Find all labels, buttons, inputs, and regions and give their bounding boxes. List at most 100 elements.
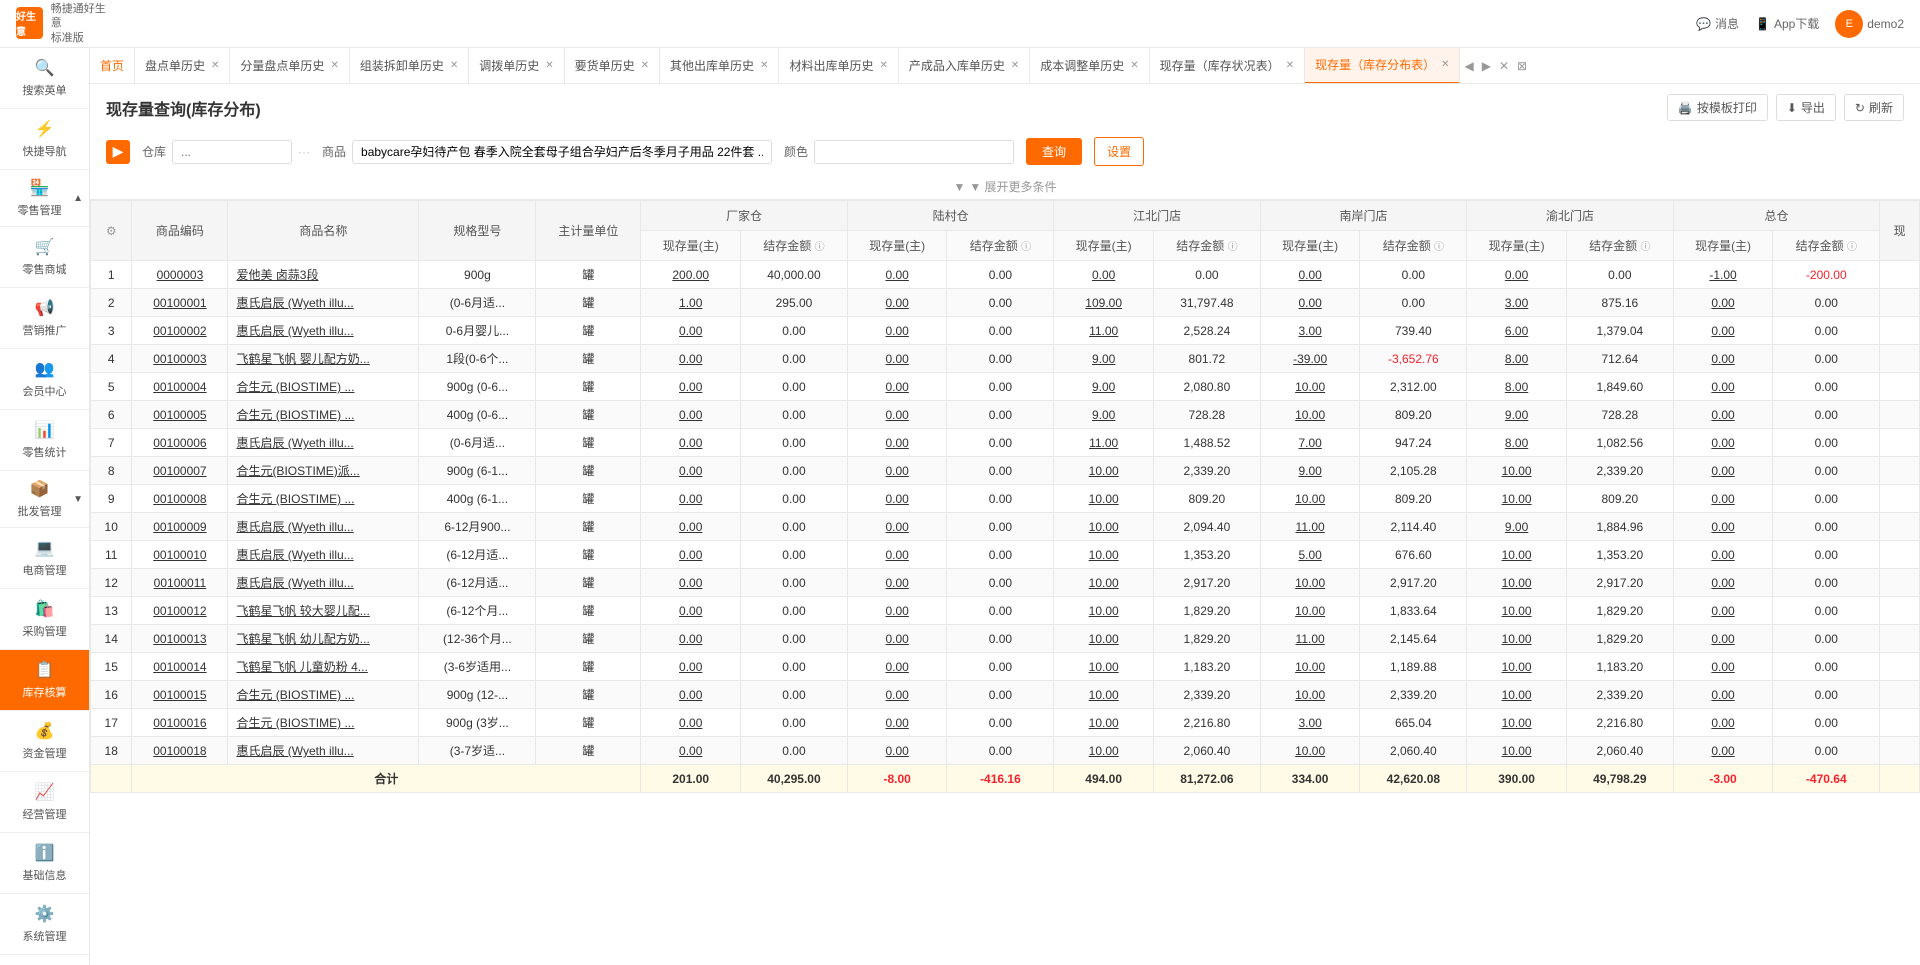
cell-link[interactable]: 8.00: [1505, 352, 1528, 366]
cell-link[interactable]: 00100015: [153, 688, 206, 702]
cell-link[interactable]: 合生元(BIOSTIME)派...: [236, 464, 359, 478]
cell-link[interactable]: 00100011: [154, 576, 207, 590]
cell-link[interactable]: 合生元 (BIOSTIME) ...: [236, 492, 354, 506]
cell-link[interactable]: 10.00: [1502, 548, 1532, 562]
cell-link[interactable]: -39.00: [1293, 352, 1327, 366]
cell-link[interactable]: 00100006: [153, 436, 206, 450]
cell-link[interactable]: 1.00: [679, 296, 702, 310]
cell-link[interactable]: 10.00: [1295, 744, 1325, 758]
cell-link[interactable]: 10.00: [1089, 660, 1119, 674]
tab-assembly[interactable]: 组装拆卸单历史 ✕: [350, 48, 469, 84]
cell-link[interactable]: 0.00: [679, 744, 702, 758]
cell-link[interactable]: 0.00: [1711, 716, 1734, 730]
cell-link[interactable]: 合生元 (BIOSTIME) ...: [236, 380, 354, 394]
cell-link[interactable]: 合生元 (BIOSTIME) ...: [236, 688, 354, 702]
cell-link[interactable]: 10.00: [1295, 660, 1325, 674]
cell-link[interactable]: 0.00: [1711, 436, 1734, 450]
cell-link[interactable]: 00100018: [153, 744, 206, 758]
cell-link[interactable]: 0.00: [1711, 744, 1734, 758]
jiangbei-amt-info-icon[interactable]: ⓘ: [1228, 242, 1238, 253]
cell-link[interactable]: 00100003: [153, 352, 206, 366]
cell-link[interactable]: 10.00: [1089, 464, 1119, 478]
cell-link[interactable]: 0.00: [1711, 604, 1734, 618]
cell-link[interactable]: 10.00: [1502, 688, 1532, 702]
cell-link[interactable]: 9.00: [1505, 408, 1528, 422]
cell-link[interactable]: 9.00: [1505, 520, 1528, 534]
tab-close-stock-dist[interactable]: ✕: [1441, 59, 1449, 70]
tab-inventory-count[interactable]: 盘点单历史 ✕: [135, 48, 230, 84]
cell-link[interactable]: 10.00: [1502, 464, 1532, 478]
cell-link[interactable]: 0.00: [1711, 352, 1734, 366]
cell-link[interactable]: 00100012: [153, 604, 206, 618]
cell-link[interactable]: 10.00: [1295, 604, 1325, 618]
cell-link[interactable]: 0.00: [679, 688, 702, 702]
cell-link[interactable]: 0.00: [886, 660, 909, 674]
cell-link[interactable]: -1.00: [1709, 268, 1736, 282]
cell-link[interactable]: 0.00: [886, 352, 909, 366]
tab-nav-close-all[interactable]: ✕: [1495, 59, 1513, 73]
cell-link[interactable]: 3.00: [1298, 716, 1321, 730]
cell-link[interactable]: 0.00: [679, 380, 702, 394]
cell-link[interactable]: 10.00: [1089, 688, 1119, 702]
cell-link[interactable]: 惠氏启辰 (Wyeth illu...: [236, 520, 353, 534]
tab-nav-right[interactable]: ▶: [1478, 59, 1495, 73]
cell-link[interactable]: 0.00: [886, 604, 909, 618]
sidebar-item-retail[interactable]: 🏪 零售管理 ▲: [0, 170, 89, 227]
cell-link[interactable]: 0.00: [886, 464, 909, 478]
cell-link[interactable]: 合生元 (BIOSTIME) ...: [236, 408, 354, 422]
cell-link[interactable]: 00100007: [153, 464, 206, 478]
product-input[interactable]: [352, 140, 772, 164]
query-btn[interactable]: 查询: [1026, 138, 1082, 165]
cell-link[interactable]: 10.00: [1502, 632, 1532, 646]
cell-link[interactable]: 飞鹤星飞帆 婴儿配方奶...: [236, 352, 369, 366]
cell-link[interactable]: 惠氏启辰 (Wyeth illu...: [236, 548, 353, 562]
cell-link[interactable]: 0.00: [1711, 632, 1734, 646]
tab-close-assembly[interactable]: ✕: [450, 60, 458, 71]
sidebar-item-retail-mall[interactable]: 🛒 零售商城: [0, 227, 89, 288]
cell-link[interactable]: 0.00: [886, 520, 909, 534]
cell-link[interactable]: 8.00: [1505, 436, 1528, 450]
tab-close-material-out[interactable]: ✕: [879, 60, 887, 71]
cell-link[interactable]: 8.00: [1505, 380, 1528, 394]
tab-nav-left[interactable]: ◀: [1460, 59, 1477, 73]
tab-home[interactable]: 首页: [90, 48, 135, 84]
cell-link[interactable]: 0.00: [1711, 296, 1734, 310]
cell-link[interactable]: 飞鹤星飞帆 儿童奶粉 4...: [236, 660, 367, 674]
cell-link[interactable]: 10.00: [1089, 520, 1119, 534]
cell-link[interactable]: 0.00: [679, 716, 702, 730]
cell-link[interactable]: 10.00: [1089, 576, 1119, 590]
sidebar-item-member[interactable]: 👥 会员中心: [0, 349, 89, 410]
cell-link[interactable]: 0.00: [886, 408, 909, 422]
cell-link[interactable]: 10.00: [1089, 744, 1119, 758]
export-btn[interactable]: ⬇ 导出: [1776, 94, 1836, 121]
tab-close-cost-adjust[interactable]: ✕: [1130, 60, 1138, 71]
cell-link[interactable]: 109.00: [1085, 296, 1122, 310]
cell-link[interactable]: 10.00: [1089, 492, 1119, 506]
cell-link[interactable]: 0.00: [1505, 268, 1528, 282]
tab-branch-count[interactable]: 分量盘点单历史 ✕: [230, 48, 349, 84]
cell-link[interactable]: 0000003: [157, 268, 204, 282]
cell-link[interactable]: 0.00: [679, 548, 702, 562]
cell-link[interactable]: 200.00: [672, 268, 709, 282]
tab-request[interactable]: 要货单历史 ✕: [565, 48, 660, 84]
warehouse-input[interactable]: [172, 140, 292, 164]
cell-link[interactable]: 5.00: [1298, 548, 1321, 562]
cell-link[interactable]: 0.00: [886, 632, 909, 646]
cell-link[interactable]: 7.00: [1298, 436, 1321, 450]
cell-link[interactable]: 0.00: [886, 268, 909, 282]
sidebar-item-inventory[interactable]: 📋 库存核算: [0, 650, 89, 711]
cell-link[interactable]: 10.00: [1089, 716, 1119, 730]
cell-link[interactable]: 10.00: [1502, 660, 1532, 674]
refresh-btn[interactable]: ↻ 刷新: [1844, 94, 1904, 121]
sidebar-item-enterprise[interactable]: 🤝 企业协同: [0, 955, 89, 965]
tab-close-request[interactable]: ✕: [641, 60, 649, 71]
cell-link[interactable]: 爱他美 卤蒜3段: [236, 268, 318, 282]
cell-link[interactable]: 10.00: [1089, 632, 1119, 646]
cell-link[interactable]: 0.00: [679, 632, 702, 646]
cell-link[interactable]: 惠氏启辰 (Wyeth illu...: [236, 436, 353, 450]
cell-link[interactable]: 10.00: [1502, 492, 1532, 506]
cell-link[interactable]: 0.00: [1711, 492, 1734, 506]
tab-close-stock-status[interactable]: ✕: [1286, 60, 1294, 71]
cell-link[interactable]: 0.00: [679, 576, 702, 590]
tab-close-inventory-count[interactable]: ✕: [211, 60, 219, 71]
